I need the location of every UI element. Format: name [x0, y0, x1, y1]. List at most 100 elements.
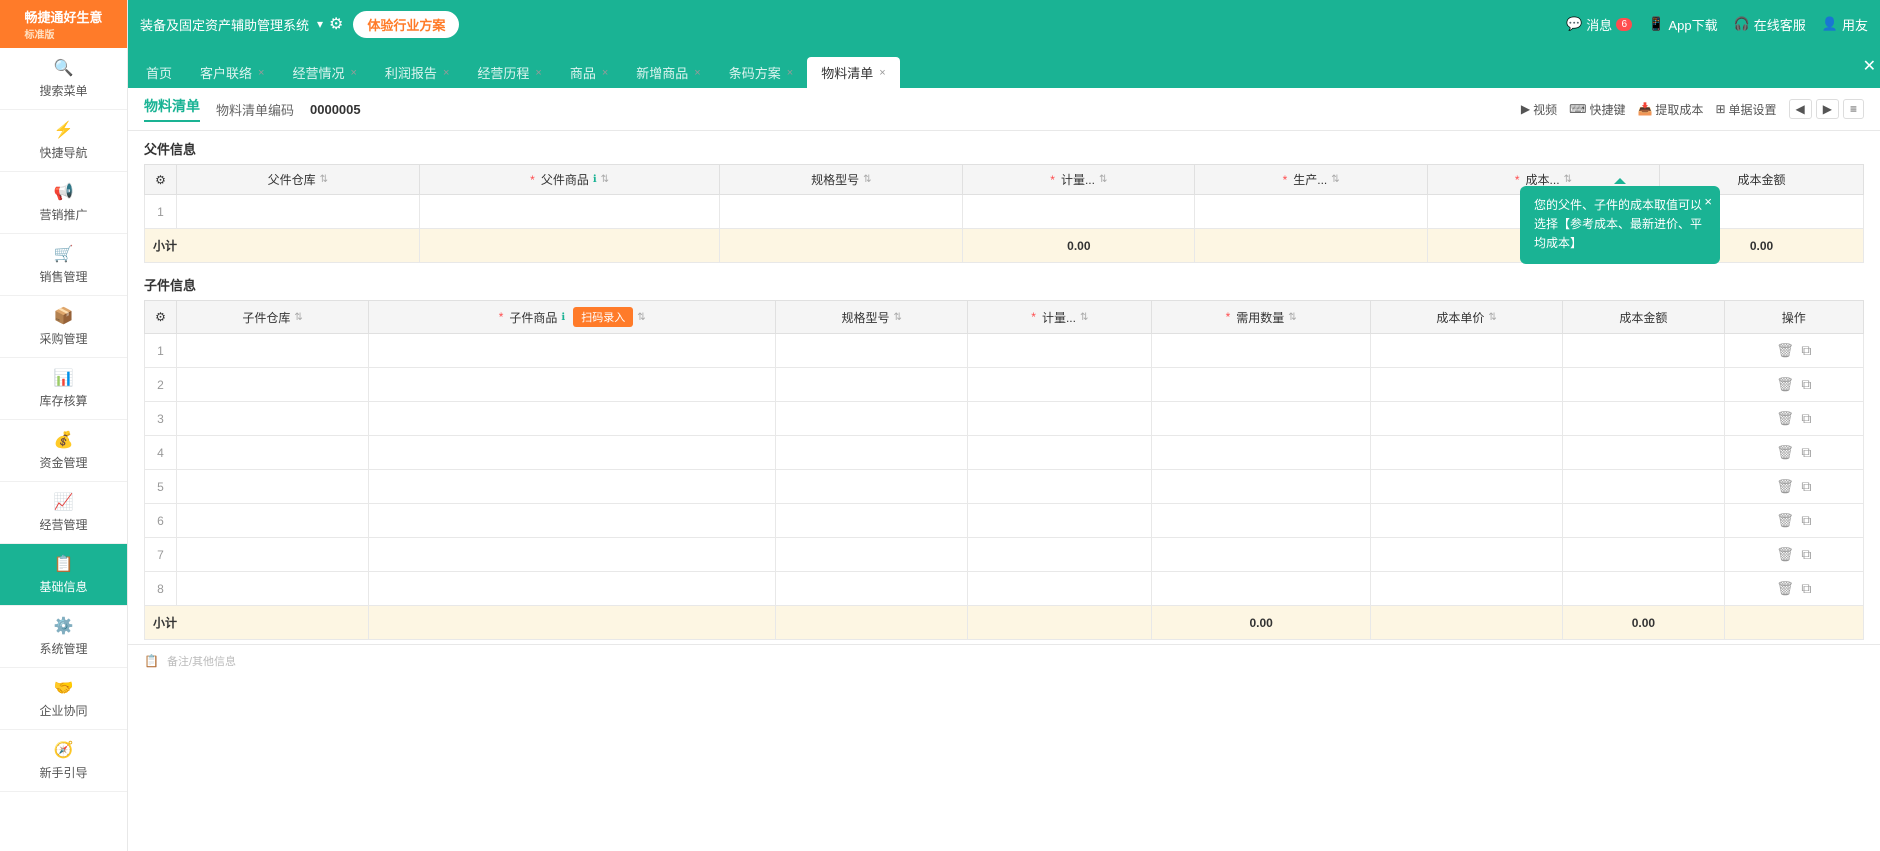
copy-icon-8[interactable]: ⧉ [1801, 580, 1811, 596]
nav-tab-利润报告[interactable]: 利润报告× [371, 57, 463, 88]
child-cell-qty-3[interactable] [1152, 402, 1371, 436]
tab-close-8[interactable]: × [879, 67, 885, 79]
copy-icon-5[interactable]: ⧉ [1801, 478, 1811, 494]
nav-tab-首页[interactable]: 首页 [132, 57, 186, 88]
child-cell-spec-1[interactable] [776, 334, 968, 368]
child-cell-product-5[interactable] [369, 470, 776, 504]
app-download-item[interactable]: 📱 App下载 [1648, 15, 1717, 34]
child-col-settings[interactable]: ⚙ [145, 301, 177, 334]
sidebar-item-搜索菜单[interactable]: 🔍搜索菜单 [0, 48, 127, 110]
child-cell-amount-7[interactable] [1563, 538, 1724, 572]
shortcut-action[interactable]: ⌨ 快捷键 [1569, 101, 1625, 118]
child-cell-unitcost-8[interactable] [1370, 572, 1562, 606]
copy-icon-3[interactable]: ⧉ [1801, 410, 1811, 426]
nav-tab-商品[interactable]: 商品× [556, 57, 622, 88]
delete-icon-8[interactable]: 🗑 [1776, 580, 1794, 596]
child-cell-unit-1[interactable] [968, 334, 1152, 368]
child-cell-amount-8[interactable] [1563, 572, 1724, 606]
sidebar-item-系统管理[interactable]: ⚙️系统管理 [0, 606, 127, 668]
tooltip-close-icon[interactable]: × [1704, 192, 1712, 213]
system-dropdown[interactable]: ▾ [317, 17, 323, 31]
parent-cell-warehouse[interactable] [177, 195, 420, 229]
child-cell-spec-3[interactable] [776, 402, 968, 436]
sidebar-item-资金管理[interactable]: 💰资金管理 [0, 420, 127, 482]
list-view-btn[interactable]: ≡ [1843, 99, 1864, 119]
child-cell-warehouse-3[interactable] [177, 402, 369, 436]
child-cell-product-6[interactable] [369, 504, 776, 538]
child-cell-spec-8[interactable] [776, 572, 968, 606]
child-cell-qty-4[interactable] [1152, 436, 1371, 470]
child-cell-amount-6[interactable] [1563, 504, 1724, 538]
child-cell-spec-7[interactable] [776, 538, 968, 572]
child-cell-unitcost-1[interactable] [1370, 334, 1562, 368]
sidebar-item-经营管理[interactable]: 📈经营管理 [0, 482, 127, 544]
delete-icon-3[interactable]: 🗑 [1776, 410, 1794, 426]
child-cell-unitcost-4[interactable] [1370, 436, 1562, 470]
parent-col-settings[interactable]: ⚙ [145, 165, 177, 195]
child-cell-qty-6[interactable] [1152, 504, 1371, 538]
child-cell-amount-4[interactable] [1563, 436, 1724, 470]
delete-icon-4[interactable]: 🗑 [1776, 444, 1794, 460]
tab-close-5[interactable]: × [602, 67, 608, 79]
child-cell-unit-6[interactable] [968, 504, 1152, 538]
child-cell-unit-2[interactable] [968, 368, 1152, 402]
child-cell-unit-7[interactable] [968, 538, 1152, 572]
close-all-tabs-icon[interactable]: ✕ [1863, 56, 1876, 76]
online-service-item[interactable]: 🎧 在线客服 [1734, 15, 1806, 34]
child-cell-amount-3[interactable] [1563, 402, 1724, 436]
nav-tab-经营情况[interactable]: 经营情况× [278, 57, 370, 88]
parent-cell-spec[interactable] [720, 195, 963, 229]
sidebar-item-营销推广[interactable]: 📢营销推广 [0, 172, 127, 234]
sidebar-item-销售管理[interactable]: 🛒销售管理 [0, 234, 127, 296]
delete-icon-5[interactable]: 🗑 [1776, 478, 1794, 494]
child-cell-warehouse-8[interactable] [177, 572, 369, 606]
child-cell-warehouse-2[interactable] [177, 368, 369, 402]
child-cell-qty-5[interactable] [1152, 470, 1371, 504]
copy-icon-2[interactable]: ⧉ [1801, 376, 1811, 392]
cost-action[interactable]: 📥 提取成本 [1637, 101, 1703, 118]
child-cell-amount-5[interactable] [1563, 470, 1724, 504]
child-cell-amount-2[interactable] [1563, 368, 1724, 402]
delete-icon-6[interactable]: 🗑 [1776, 512, 1794, 528]
child-cell-product-3[interactable] [369, 402, 776, 436]
delete-icon-7[interactable]: 🗑 [1776, 546, 1794, 562]
child-cell-amount-1[interactable] [1563, 334, 1724, 368]
sidebar-item-快捷导航[interactable]: ⚡快捷导航 [0, 110, 127, 172]
child-cell-unitcost-5[interactable] [1370, 470, 1562, 504]
settings-action[interactable]: ⊞ 单据设置 [1715, 101, 1776, 118]
view-action[interactable]: ▶ 视频 [1521, 101, 1557, 118]
child-cell-warehouse-7[interactable] [177, 538, 369, 572]
child-cell-spec-2[interactable] [776, 368, 968, 402]
tab-close-7[interactable]: × [787, 67, 793, 79]
child-cell-spec-5[interactable] [776, 470, 968, 504]
child-cell-unitcost-6[interactable] [1370, 504, 1562, 538]
child-cell-unit-5[interactable] [968, 470, 1152, 504]
scan-btn[interactable]: 扫码录入 [573, 307, 633, 327]
child-cell-product-4[interactable] [369, 436, 776, 470]
sidebar-item-基础信息[interactable]: 📋基础信息 [0, 544, 127, 606]
next-page-btn[interactable]: ▶ [1816, 99, 1839, 119]
nav-tab-经营历程[interactable]: 经营历程× [463, 57, 555, 88]
message-item[interactable]: 💬 消息 6 [1566, 15, 1632, 34]
sidebar-item-采购管理[interactable]: 📦采购管理 [0, 296, 127, 358]
nav-tab-条码方案[interactable]: 条码方案× [715, 57, 807, 88]
nav-tab-物料清单[interactable]: 物料清单× [807, 57, 899, 88]
delete-icon-2[interactable]: 🗑 [1776, 376, 1794, 392]
child-cell-qty-1[interactable] [1152, 334, 1371, 368]
child-cell-product-8[interactable] [369, 572, 776, 606]
nav-tab-新增商品[interactable]: 新增商品× [622, 57, 714, 88]
trial-button[interactable]: 体验行业方案 [353, 11, 459, 38]
child-cell-warehouse-4[interactable] [177, 436, 369, 470]
child-cell-warehouse-6[interactable] [177, 504, 369, 538]
sidebar-item-企业协同[interactable]: 🤝企业协同 [0, 668, 127, 730]
child-cell-unitcost-3[interactable] [1370, 402, 1562, 436]
child-cell-unit-3[interactable] [968, 402, 1152, 436]
child-cell-qty-7[interactable] [1152, 538, 1371, 572]
sidebar-item-新手引导[interactable]: 🧭新手引导 [0, 730, 127, 792]
prev-page-btn[interactable]: ◀ [1789, 99, 1812, 119]
sidebar-item-库存核算[interactable]: 📊库存核算 [0, 358, 127, 420]
child-cell-qty-2[interactable] [1152, 368, 1371, 402]
child-cell-spec-4[interactable] [776, 436, 968, 470]
parent-cell-produce[interactable] [1195, 195, 1427, 229]
copy-icon-6[interactable]: ⧉ [1801, 512, 1811, 528]
